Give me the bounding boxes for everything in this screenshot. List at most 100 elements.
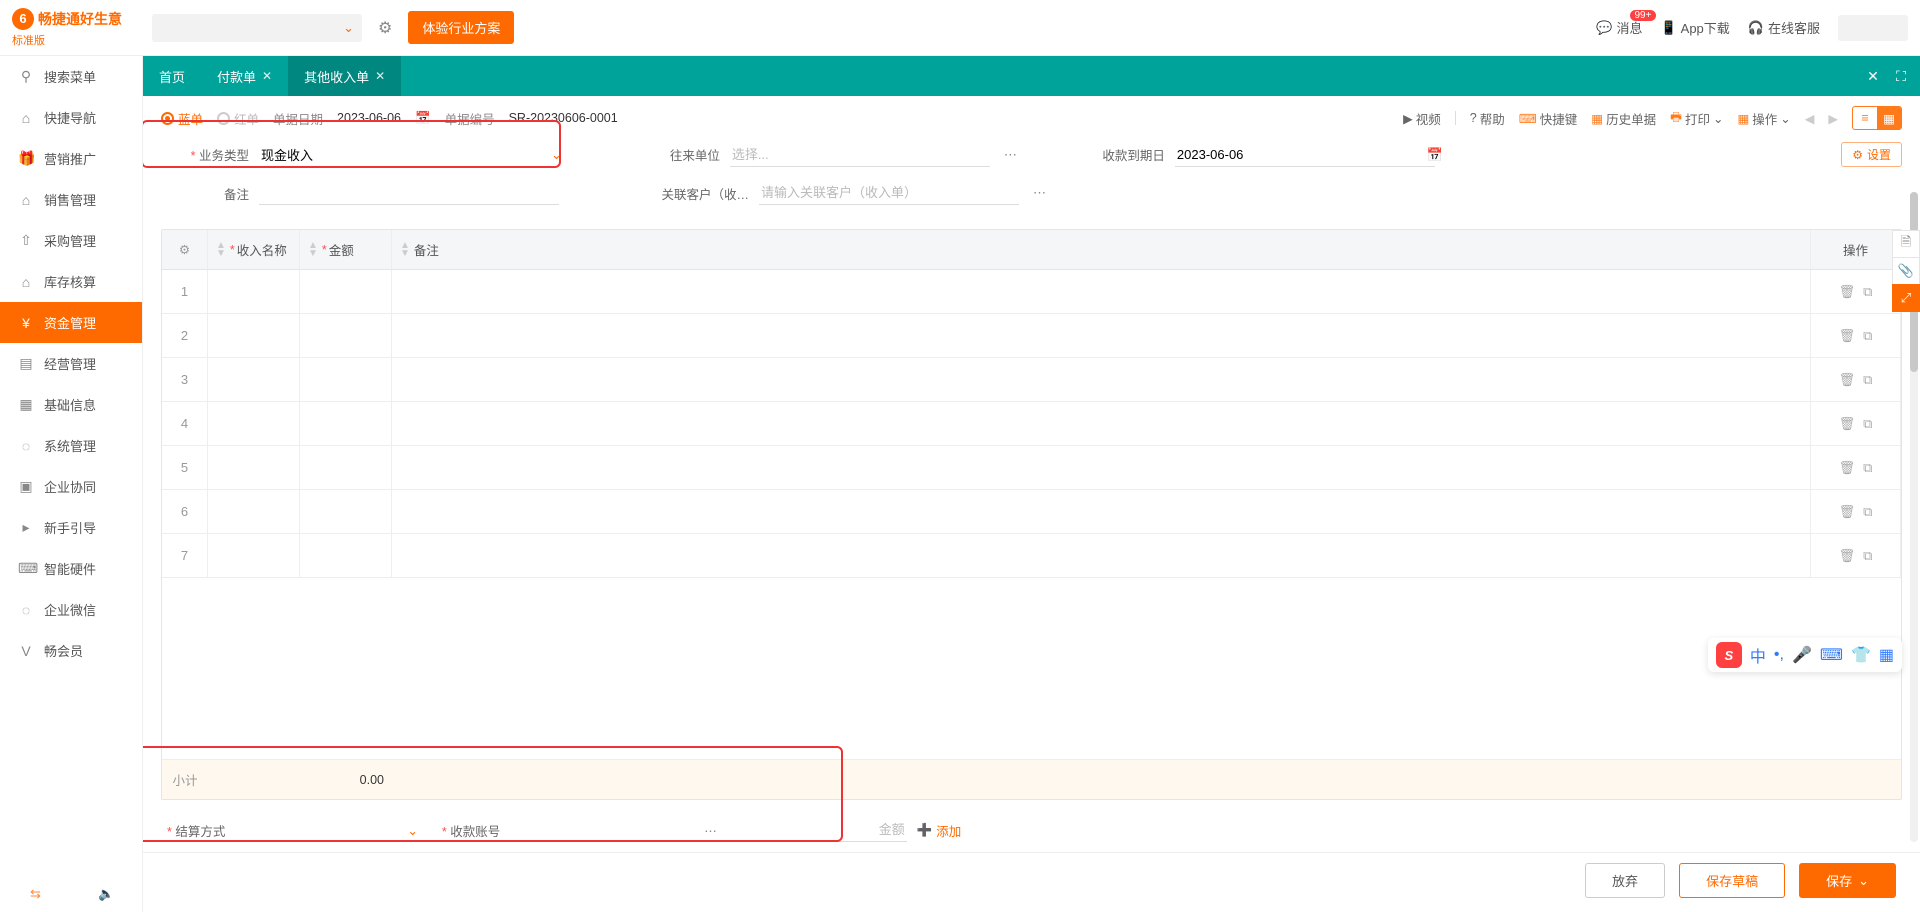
online-service-link[interactable]: 🎧 在线客服 — [1748, 18, 1820, 37]
delete-row-icon[interactable]: 🗑 — [1839, 372, 1856, 388]
cell-remark[interactable] — [392, 270, 1811, 313]
close-icon[interactable]: ✕ — [262, 69, 272, 83]
expand-tool-button[interactable]: ⤢ — [1892, 284, 1920, 312]
cell-amount[interactable] — [300, 314, 392, 357]
radio-red[interactable]: 红单 — [217, 109, 259, 128]
cell-amount[interactable] — [300, 534, 392, 577]
delete-row-icon[interactable]: 🗑 — [1839, 416, 1856, 432]
doc-date-value[interactable]: 2023-06-06 — [337, 111, 401, 125]
table-row[interactable]: 4🗑⧉ — [162, 402, 1901, 446]
sidebar-item-collab[interactable]: ▣企业协同 — [0, 466, 142, 507]
radio-blue[interactable]: 蓝单 — [161, 109, 203, 128]
sidebar-item-operation[interactable]: ▤经营管理 — [0, 343, 142, 384]
view-form-button[interactable]: ▦ — [1877, 107, 1901, 129]
cell-remark[interactable] — [392, 446, 1811, 489]
biz-type-input[interactable] — [259, 143, 559, 167]
cell-remark[interactable] — [392, 402, 1811, 445]
tab-fullscreen-button[interactable]: ⛶ — [1890, 65, 1912, 87]
delete-row-icon[interactable]: 🗑 — [1839, 504, 1856, 520]
view-list-button[interactable]: ≡ — [1853, 107, 1877, 129]
copy-row-icon[interactable]: ⧉ — [1863, 504, 1872, 520]
sidebar-item-purchase[interactable]: ⇧采购管理 — [0, 220, 142, 261]
cell-name[interactable] — [208, 490, 300, 533]
save-draft-button[interactable]: 保存草稿 — [1679, 863, 1785, 898]
table-row[interactable]: 7🗑⧉ — [162, 534, 1901, 578]
sidebar-sound-button[interactable]: 🔈 — [71, 876, 142, 912]
messages-link[interactable]: 💬 消息 — [1596, 18, 1642, 37]
ime-skin-icon[interactable]: 👕 — [1851, 645, 1871, 665]
copy-row-icon[interactable]: ⧉ — [1863, 328, 1872, 344]
col-settings-button[interactable]: ⚙ — [162, 230, 208, 269]
copy-row-icon[interactable]: ⧉ — [1863, 460, 1872, 476]
cell-name[interactable] — [208, 534, 300, 577]
next-doc-button[interactable]: ▶ — [1828, 111, 1838, 126]
sidebar-item-guide[interactable]: ▸新手引导 — [0, 507, 142, 548]
cell-amount[interactable] — [300, 358, 392, 401]
save-button[interactable]: 保存⌄ — [1799, 863, 1896, 898]
user-avatar[interactable] — [1838, 15, 1908, 41]
settings-button[interactable]: ⚙设置 — [1841, 142, 1902, 167]
prev-doc-button[interactable]: ◀ — [1805, 111, 1815, 126]
col-name-header[interactable]: ▲▼*收入名称 — [208, 230, 300, 269]
sidebar-item-inventory[interactable]: ⌂库存核算 — [0, 261, 142, 302]
settle-method-input[interactable] — [235, 818, 415, 842]
settle-amount-input[interactable] — [727, 818, 907, 842]
due-date-input[interactable] — [1175, 143, 1435, 167]
delete-row-icon[interactable]: 🗑 — [1839, 328, 1856, 344]
partner-input[interactable] — [730, 143, 990, 167]
cell-amount[interactable] — [300, 402, 392, 445]
app-download-link[interactable]: 📱 App下载 — [1660, 18, 1729, 37]
gear-icon[interactable]: ⚙ — [378, 18, 392, 38]
rel-customer-input[interactable] — [759, 181, 1019, 205]
col-amount-header[interactable]: ▲▼*金额 — [300, 230, 392, 269]
more-icon[interactable]: ⋯ — [704, 823, 717, 838]
history-button[interactable]: ▦历史单据 — [1591, 109, 1656, 128]
cell-remark[interactable] — [392, 534, 1811, 577]
discard-button[interactable]: 放弃 — [1585, 863, 1665, 898]
close-icon[interactable]: ✕ — [375, 69, 385, 83]
table-row[interactable]: 2🗑⧉ — [162, 314, 1901, 358]
sidebar-item-vip[interactable]: V畅会员 — [0, 630, 142, 671]
tab-other-income[interactable]: 其他收入单✕ — [288, 56, 401, 96]
remark-input[interactable] — [259, 181, 559, 205]
more-icon[interactable]: ⋯ — [1004, 147, 1017, 163]
calendar-icon[interactable]: 📅 — [1427, 147, 1443, 163]
ops-button[interactable]: ▦操作 ⌄ — [1737, 109, 1790, 128]
tab-close-button[interactable]: ✕ — [1862, 65, 1884, 87]
more-icon[interactable]: ⋯ — [1033, 185, 1046, 201]
copy-row-icon[interactable]: ⧉ — [1863, 548, 1872, 564]
tab-payment[interactable]: 付款单✕ — [201, 56, 288, 96]
note-tool-button[interactable]: 🗎 — [1892, 230, 1920, 258]
table-row[interactable]: 6🗑⧉ — [162, 490, 1901, 534]
sidebar-item-hardware[interactable]: ⌨智能硬件 — [0, 548, 142, 589]
cell-name[interactable] — [208, 314, 300, 357]
sidebar-collapse-button[interactable]: ⇆ — [0, 876, 71, 912]
ime-mic-icon[interactable]: 🎤 — [1792, 645, 1812, 665]
cell-remark[interactable] — [392, 490, 1811, 533]
attach-tool-button[interactable]: 📎 — [1892, 257, 1920, 285]
table-row[interactable]: 5🗑⧉ — [162, 446, 1901, 490]
ime-punct-button[interactable]: •, — [1774, 646, 1784, 664]
sidebar-item-funds[interactable]: ¥资金管理 — [0, 302, 142, 343]
cell-name[interactable] — [208, 358, 300, 401]
cell-amount[interactable] — [300, 446, 392, 489]
copy-row-icon[interactable]: ⧉ — [1863, 284, 1872, 300]
sidebar-item-baseinfo[interactable]: ▦基础信息 — [0, 384, 142, 425]
copy-row-icon[interactable]: ⧉ — [1863, 416, 1872, 432]
table-row[interactable]: 3🗑⧉ — [162, 358, 1901, 402]
settle-acct-input[interactable] — [510, 818, 690, 842]
tab-home[interactable]: 首页 — [143, 56, 201, 96]
cell-name[interactable] — [208, 270, 300, 313]
sidebar-item-marketing[interactable]: 🎁营销推广 — [0, 138, 142, 179]
company-selector[interactable]: ⌄ — [152, 14, 362, 42]
delete-row-icon[interactable]: 🗑 — [1839, 284, 1856, 300]
video-button[interactable]: ▶视频 — [1403, 109, 1441, 128]
table-row[interactable]: 1🗑⧉ — [162, 270, 1901, 314]
cell-name[interactable] — [208, 402, 300, 445]
ime-lang-button[interactable]: 中 — [1750, 643, 1766, 667]
add-settle-button[interactable]: ➕添加 — [917, 821, 962, 840]
cell-remark[interactable] — [392, 358, 1811, 401]
ime-keyboard-icon[interactable]: ⌨ — [1820, 645, 1843, 665]
try-industry-button[interactable]: 体验行业方案 — [408, 11, 514, 44]
delete-row-icon[interactable]: 🗑 — [1839, 548, 1856, 564]
